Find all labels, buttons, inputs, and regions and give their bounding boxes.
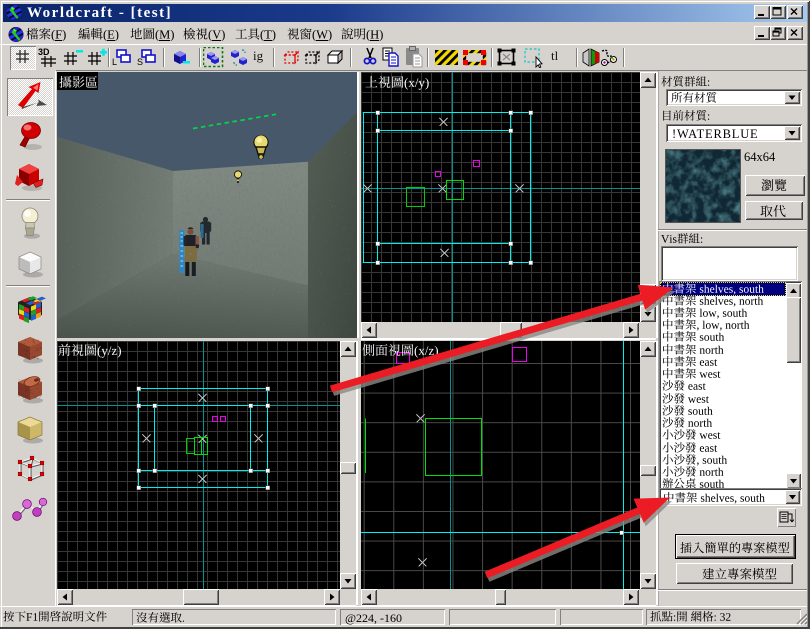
svg-text:S: S bbox=[137, 57, 143, 67]
svg-text:L: L bbox=[112, 57, 117, 67]
svg-text:3D: 3D bbox=[38, 47, 50, 57]
